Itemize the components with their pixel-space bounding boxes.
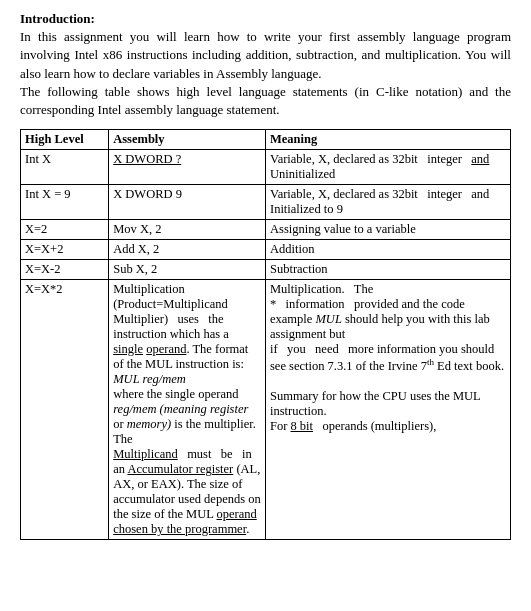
intro-paragraph-1: In this assignment you will learn how to…	[20, 28, 511, 83]
cell-meaning-2: Variable, X, declared as 32bit integer a…	[265, 185, 510, 220]
table-header-row: High Level Assembly Meaning	[21, 130, 511, 150]
cell-highlevel-2: Int X = 9	[21, 185, 109, 220]
cell-highlevel-5: X=X-2	[21, 260, 109, 280]
table-row: X=2 Mov X, 2 Assigning value to a variab…	[21, 220, 511, 240]
header-meaning: Meaning	[265, 130, 510, 150]
table-row: X=X-2 Sub X, 2 Subtraction	[21, 260, 511, 280]
table-row: Int X X DWORD ? Variable, X, declared as…	[21, 150, 511, 185]
cell-highlevel-3: X=2	[21, 220, 109, 240]
cell-assembly-2: X DWORD 9	[109, 185, 266, 220]
cell-highlevel-6: X=X*2	[21, 280, 109, 540]
cell-meaning-3: Assigning value to a variable	[265, 220, 510, 240]
intro-title-line: Introduction:	[20, 10, 511, 28]
cell-highlevel-4: X=X+2	[21, 240, 109, 260]
table-row-multiplication: X=X*2 Multiplication (Product=Multiplica…	[21, 280, 511, 540]
cell-assembly-1: X DWORD ?	[109, 150, 266, 185]
cell-highlevel-1: Int X	[21, 150, 109, 185]
intro-paragraph-2: The following table shows high level lan…	[20, 83, 511, 119]
cell-meaning-5: Subtraction	[265, 260, 510, 280]
cell-assembly-6: Multiplication (Product=Multiplicand Mul…	[109, 280, 266, 540]
introduction-section: Introduction: In this assignment you wil…	[20, 10, 511, 119]
header-highlevel: High Level	[21, 130, 109, 150]
cell-assembly-5: Sub X, 2	[109, 260, 266, 280]
table-row: Int X = 9 X DWORD 9 Variable, X, declare…	[21, 185, 511, 220]
header-assembly: Assembly	[109, 130, 266, 150]
cell-assembly-3: Mov X, 2	[109, 220, 266, 240]
cell-assembly-4: Add X, 2	[109, 240, 266, 260]
table-row: X=X+2 Add X, 2 Addition	[21, 240, 511, 260]
cell-meaning-6: Multiplication. The * information provid…	[265, 280, 510, 540]
cell-meaning-4: Addition	[265, 240, 510, 260]
intro-title: Introduction:	[20, 11, 95, 26]
assembly-table: High Level Assembly Meaning Int X X DWOR…	[20, 129, 511, 540]
cell-meaning-1: Variable, X, declared as 32bit integer a…	[265, 150, 510, 185]
